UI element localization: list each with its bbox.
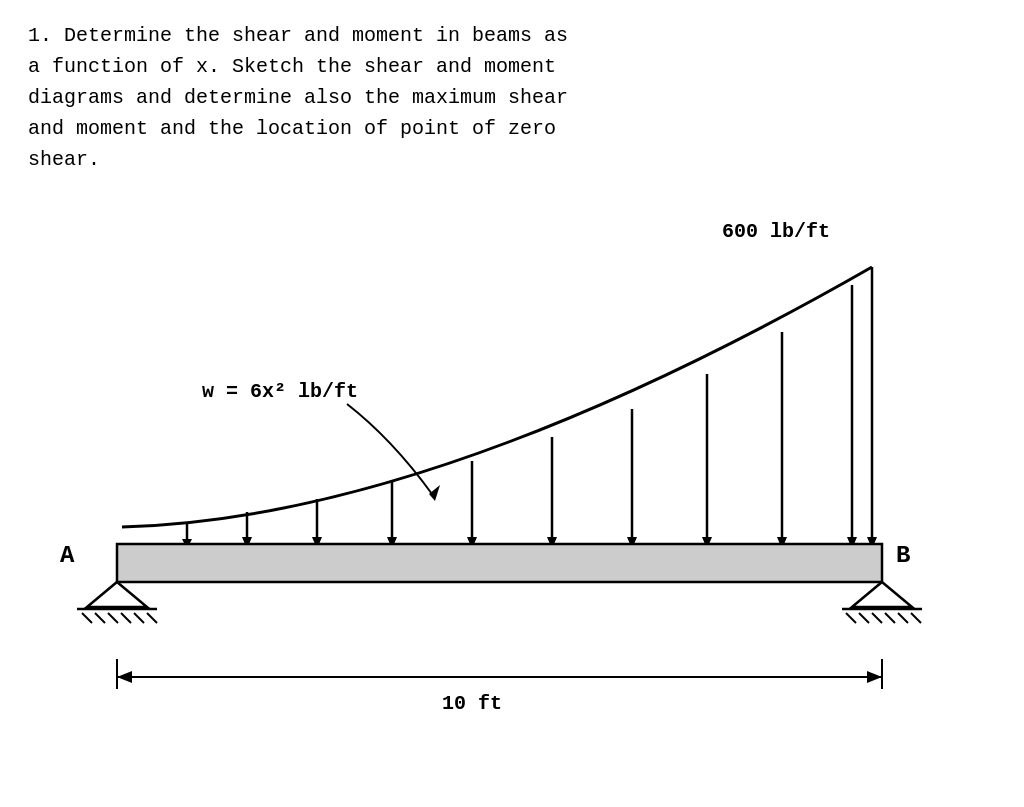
label-arrowhead bbox=[429, 485, 440, 501]
hatch-a1 bbox=[82, 613, 92, 623]
equation-label: w = 6x² lb/ft bbox=[202, 380, 358, 403]
hatch-a2 bbox=[95, 613, 105, 623]
support-a-triangle bbox=[87, 582, 147, 607]
hatch-a3 bbox=[108, 613, 118, 623]
hatch-a4 bbox=[121, 613, 131, 623]
text-line2: a function of x. Sketch the shear and mo… bbox=[28, 51, 996, 82]
diagram-svg: 600 lb/ft w = 6x² lb/ft bbox=[32, 199, 992, 729]
hatch-a5 bbox=[134, 613, 144, 623]
diagram: 600 lb/ft w = 6x² lb/ft bbox=[32, 199, 992, 729]
text-line3: diagrams and determine also the maximum … bbox=[28, 82, 996, 113]
support-b-triangle bbox=[852, 582, 912, 607]
text-line1: 1. Determine the shear and moment in bea… bbox=[28, 20, 996, 51]
hatch-b5 bbox=[898, 613, 908, 623]
hatch-b3 bbox=[872, 613, 882, 623]
hatch-b6 bbox=[911, 613, 921, 623]
dim-left-arrow bbox=[117, 671, 132, 683]
support-b-label: B bbox=[896, 542, 910, 569]
page: 1. Determine the shear and moment in bea… bbox=[0, 0, 1024, 807]
hatch-b2 bbox=[859, 613, 869, 623]
beam-body bbox=[117, 544, 882, 582]
hatch-b1 bbox=[846, 613, 856, 623]
text-line4: and moment and the location of point of … bbox=[28, 113, 996, 144]
length-label: 10 ft bbox=[442, 692, 502, 715]
support-a-label: A bbox=[60, 542, 75, 569]
hatch-a6 bbox=[147, 613, 157, 623]
problem-text: 1. Determine the shear and moment in bea… bbox=[28, 20, 996, 175]
hatch-b4 bbox=[885, 613, 895, 623]
load-label: 600 lb/ft bbox=[722, 220, 830, 243]
dim-right-arrow bbox=[867, 671, 882, 683]
text-line5: shear. bbox=[28, 144, 996, 175]
